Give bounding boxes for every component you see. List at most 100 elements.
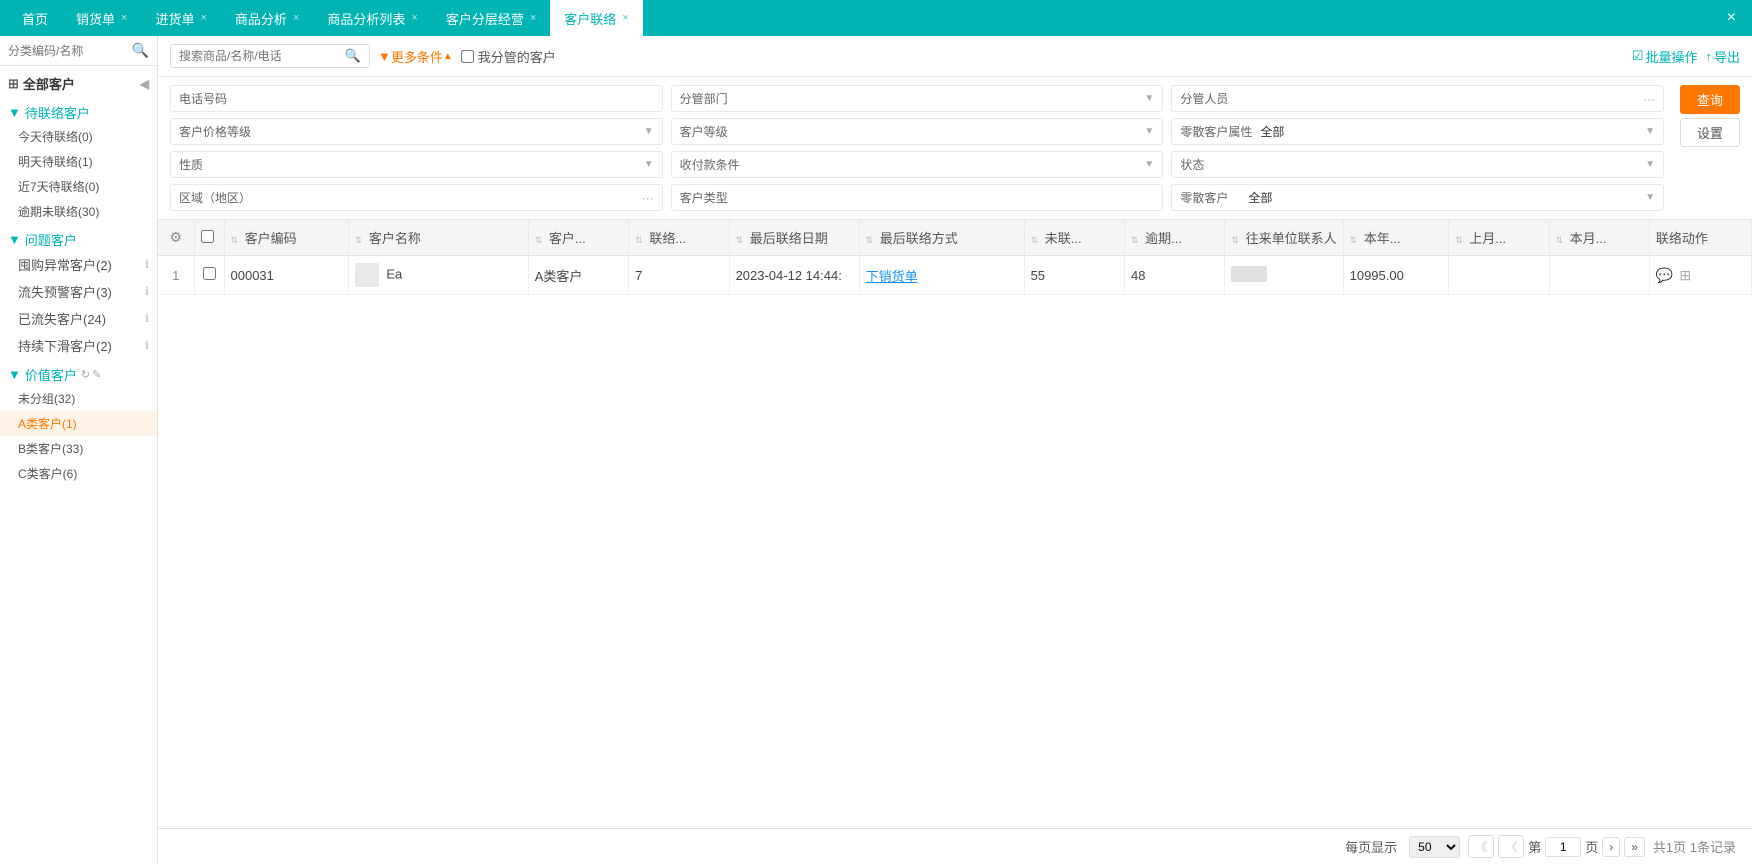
customer-type-filter-field[interactable]: 客户类型	[671, 184, 1164, 211]
last-page-button[interactable]: »	[1624, 837, 1645, 857]
qrcode-icon[interactable]: ⊞	[1679, 267, 1691, 284]
sidebar-item-overdue-contact[interactable]: 逾期未联络(30)	[0, 199, 157, 224]
col-level[interactable]: ⇅ 客户...	[528, 220, 628, 256]
sort-icon-7: ⇅	[1031, 235, 1039, 245]
col-code[interactable]: ⇅ 客户编码	[224, 220, 348, 256]
sidebar-search-input[interactable]	[8, 44, 132, 58]
main-search-input[interactable]	[179, 49, 345, 63]
sidebar-item-abnormal-stockpile[interactable]: 囤购异常客户(2) ℹ	[0, 251, 157, 278]
more-filter-button[interactable]: ▼ 更多条件 ▲	[378, 47, 453, 66]
my-customer-filter[interactable]: 我分管的客户	[461, 47, 556, 66]
sidebar-item-b-class[interactable]: B类客户(33)	[0, 436, 157, 461]
cell-this-year: 10995.00	[1343, 256, 1448, 295]
batch-operations-button[interactable]: ☑ 批量操作	[1632, 47, 1698, 66]
payment-filter-field[interactable]: 收付款条件 ▼	[671, 151, 1164, 178]
scatter-attr-filter-field[interactable]: 零散客户属性 全部 ▼	[1171, 118, 1664, 145]
close-product-analysis-list-icon[interactable]: ×	[411, 12, 417, 24]
nav-sales-order[interactable]: 销货单 ×	[62, 0, 141, 36]
sidebar-item-today-pending[interactable]: 今天待联络(0)	[0, 124, 157, 149]
page-number-input[interactable]	[1545, 837, 1581, 857]
edit-icon[interactable]: ✎	[92, 368, 101, 381]
export-button[interactable]: ↑ 导出	[1705, 47, 1740, 66]
last-contact-method-link[interactable]: 下销货单	[866, 269, 918, 284]
main-layout: 🔍 ⊞ 全部客户 ◀ ▼ 待联络客户 今天待联络(0) 明天待联络(1) 近7天…	[0, 36, 1752, 864]
col-last-month[interactable]: ⇅ 上月...	[1449, 220, 1549, 256]
main-search-box[interactable]: 🔍	[170, 44, 370, 68]
sidebar-item-tomorrow-pending[interactable]: 明天待联络(1)	[0, 149, 157, 174]
price-grade-filter-field[interactable]: 客户价格等级 ▼	[170, 118, 663, 145]
nature-dropdown-icon[interactable]: ▼	[644, 159, 654, 170]
filter-bar: 🔍 ▼ 更多条件 ▲ 我分管的客户 ☑ 批量操作 ↑ 导出	[158, 36, 1752, 77]
sidebar-search-icon[interactable]: 🔍	[132, 42, 149, 59]
sidebar-item-churn-warning[interactable]: 流失预警客户(3) ℹ	[0, 278, 157, 305]
table-settings-icon[interactable]: ⚙	[169, 229, 182, 246]
price-grade-dropdown-icon[interactable]: ▼	[644, 126, 654, 137]
window-close-button[interactable]: ×	[1719, 9, 1744, 27]
sidebar-search-box[interactable]: 🔍	[0, 36, 157, 66]
close-purchase-order-icon[interactable]: ×	[200, 12, 206, 24]
customer-grade-filter-field[interactable]: 客户等级 ▼	[671, 118, 1164, 145]
sidebar-item-ungrouped[interactable]: 未分组(32)	[0, 386, 157, 411]
cell-this-month	[1549, 256, 1649, 295]
nav-home[interactable]: 首页	[8, 0, 62, 36]
first-page-button[interactable]: 《	[1468, 835, 1494, 858]
sidebar-item-7days-pending[interactable]: 近7天待联络(0)	[0, 174, 157, 199]
dept-dropdown-icon[interactable]: ▼	[1144, 93, 1154, 104]
col-last-method[interactable]: ⇅ 最后联络方式	[859, 220, 1024, 256]
col-no-contact[interactable]: ⇅ 未联...	[1024, 220, 1124, 256]
nav-customer-segmentation[interactable]: 客户分层经营 ×	[432, 0, 550, 36]
nav-product-analysis[interactable]: 商品分析 ×	[221, 0, 313, 36]
person-more-icon[interactable]: ···	[1643, 92, 1655, 106]
row-checkbox[interactable]	[203, 267, 216, 280]
region-filter-field[interactable]: 区域（地区） ···	[170, 184, 663, 211]
scatter-customer-dropdown-icon[interactable]: ▼	[1645, 192, 1655, 203]
next-page-button[interactable]: ›	[1602, 837, 1620, 857]
status-dropdown-icon[interactable]: ▼	[1645, 159, 1655, 170]
nav-product-analysis-list[interactable]: 商品分析列表 ×	[313, 0, 431, 36]
main-search-icon[interactable]: 🔍	[345, 48, 361, 64]
close-sales-order-icon[interactable]: ×	[121, 12, 127, 24]
nav-purchase-order[interactable]: 进货单 ×	[141, 0, 220, 36]
payment-dropdown-icon[interactable]: ▼	[1144, 159, 1154, 170]
select-all-checkbox[interactable]	[201, 230, 214, 243]
status-filter-field[interactable]: 状态 ▼	[1171, 151, 1664, 178]
scatter-attr-dropdown-icon[interactable]: ▼	[1645, 126, 1655, 137]
col-overdue[interactable]: ⇅ 逾期...	[1125, 220, 1225, 256]
person-filter-field[interactable]: 分管人员 ···	[1171, 85, 1664, 112]
settings-button[interactable]: 设置	[1680, 118, 1740, 147]
scatter-customer-filter-field[interactable]: 零散客户 全部 ▼	[1171, 184, 1664, 211]
chat-icon[interactable]: 💬	[1656, 267, 1673, 284]
dept-filter-field[interactable]: 分管部门 ▼	[671, 85, 1164, 112]
page-size-select[interactable]: 50 10 20 100	[1409, 836, 1460, 858]
refresh-icon[interactable]: ↻	[81, 368, 90, 381]
cell-overdue: 48	[1125, 256, 1225, 295]
sidebar-item-declining[interactable]: 持续下滑客户(2) ℹ	[0, 332, 157, 359]
sidebar-section-problem-customers[interactable]: ▼ 问题客户	[0, 224, 157, 251]
cell-last-method[interactable]: 下销货单	[859, 256, 1024, 295]
sidebar-item-c-class[interactable]: C类客户(6)	[0, 461, 157, 486]
my-customer-checkbox[interactable]	[461, 50, 474, 63]
col-this-month[interactable]: ⇅ 本月...	[1549, 220, 1649, 256]
phone-filter-field[interactable]: 电话号码	[170, 85, 663, 112]
sidebar-section-value-customers[interactable]: ▼ 价值客户 ↻ ✎	[0, 359, 157, 386]
region-more-icon[interactable]: ···	[642, 191, 654, 205]
sidebar-item-churned[interactable]: 已流失客户(24) ℹ	[0, 305, 157, 332]
query-button[interactable]: 查询	[1680, 85, 1740, 114]
col-this-year[interactable]: ⇅ 本年...	[1343, 220, 1448, 256]
page-navigation: 《 〈 第 页 › »	[1468, 835, 1645, 858]
col-contact-person[interactable]: ⇅ 往来单位联系人	[1225, 220, 1343, 256]
col-last-date[interactable]: ⇅ 最后联络日期	[729, 220, 859, 256]
col-name[interactable]: ⇅ 客户名称	[348, 220, 528, 256]
nav-customer-contact[interactable]: 客户联络 ×	[550, 0, 642, 36]
close-customer-contact-icon[interactable]: ×	[622, 12, 628, 24]
sidebar-collapse-button[interactable]: ◀	[140, 77, 149, 91]
prev-page-button[interactable]: 〈	[1498, 835, 1524, 858]
cell-checkbox[interactable]	[194, 256, 224, 295]
close-customer-seg-icon[interactable]: ×	[530, 12, 536, 24]
sidebar-item-a-class[interactable]: A类客户(1)	[0, 411, 157, 436]
nature-filter-field[interactable]: 性质 ▼	[170, 151, 663, 178]
col-contact-count[interactable]: ⇅ 联络...	[629, 220, 729, 256]
sidebar-section-pending-contact[interactable]: ▼ 待联络客户	[0, 97, 157, 124]
close-product-analysis-icon[interactable]: ×	[293, 12, 299, 24]
customer-grade-dropdown-icon[interactable]: ▼	[1144, 126, 1154, 137]
